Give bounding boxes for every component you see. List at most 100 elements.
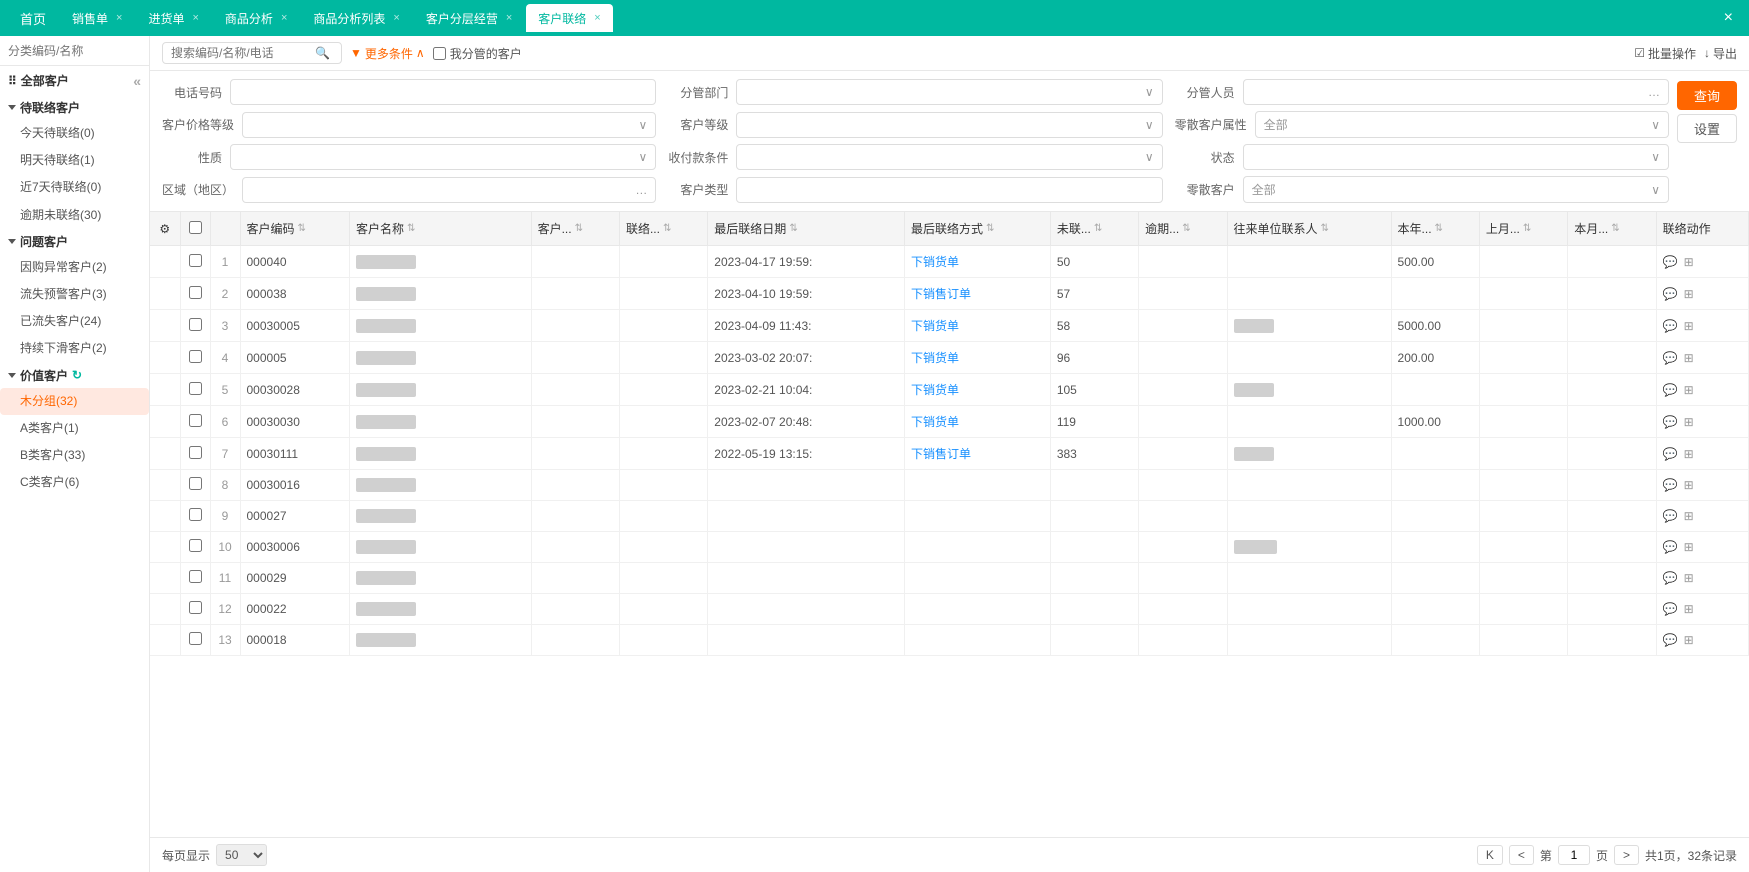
- next-page-button[interactable]: >: [1614, 845, 1639, 865]
- grid-action-icon[interactable]: ⊞: [1684, 571, 1694, 585]
- cell-checkbox[interactable]: [180, 342, 210, 374]
- cell-checkbox[interactable]: [180, 310, 210, 342]
- chat-icon[interactable]: 💬: [1663, 255, 1678, 269]
- col-last-contact-way[interactable]: 最后联络方式⇅: [904, 212, 1050, 246]
- cell-checkbox[interactable]: [180, 594, 210, 625]
- nav-tab-sales[interactable]: 销售单 ×: [60, 4, 134, 32]
- grid-action-icon[interactable]: ⊞: [1684, 383, 1694, 397]
- nav-tab-customer-contact[interactable]: 客户联络 ×: [526, 4, 612, 32]
- grid-action-icon[interactable]: ⊞: [1684, 478, 1694, 492]
- sidebar-group-pending[interactable]: 待联络客户: [0, 95, 149, 120]
- nav-tab-analysis[interactable]: 商品分析 ×: [213, 4, 299, 32]
- col-customer-type[interactable]: 客户...⇅: [531, 212, 619, 246]
- per-page-select[interactable]: 50 100 200: [216, 844, 267, 866]
- more-conditions-button[interactable]: ▼ 更多条件 ∧: [350, 45, 425, 62]
- nav-home[interactable]: 首页: [8, 9, 58, 28]
- query-button[interactable]: 查询: [1677, 81, 1737, 110]
- filter-customer-level-select[interactable]: ∨: [736, 112, 1162, 138]
- nav-tab-analysis-list-close[interactable]: ×: [393, 12, 399, 24]
- chat-icon[interactable]: 💬: [1663, 287, 1678, 301]
- chat-icon[interactable]: 💬: [1663, 415, 1678, 429]
- filter-person-dots[interactable]: …: [1243, 79, 1669, 105]
- sidebar-item-ungroup[interactable]: 木分组(32): [0, 388, 149, 415]
- cell-checkbox[interactable]: [180, 278, 210, 310]
- col-last-contact-date[interactable]: 最后联络日期⇅: [708, 212, 905, 246]
- grid-action-icon[interactable]: ⊞: [1684, 509, 1694, 523]
- row-checkbox[interactable]: [189, 508, 202, 521]
- sidebar-group-value[interactable]: 价值客户 ↻: [0, 363, 149, 388]
- col-this-year[interactable]: 本年...⇅: [1391, 212, 1479, 246]
- col-this-month[interactable]: 本月...⇅: [1568, 212, 1656, 246]
- nav-tab-customer-tier[interactable]: 客户分层经营 ×: [414, 4, 524, 32]
- chat-icon[interactable]: 💬: [1663, 383, 1678, 397]
- grid-action-icon[interactable]: ⊞: [1684, 602, 1694, 616]
- sidebar-item-churn-warning[interactable]: 流失预警客户(3): [0, 281, 149, 308]
- sidebar-item-churned[interactable]: 已流失客户(24): [0, 308, 149, 335]
- nav-close-all-button[interactable]: ×: [1716, 9, 1741, 27]
- sidebar-item-b-class[interactable]: B类客户(33): [0, 442, 149, 469]
- col-last-month[interactable]: 上月...⇅: [1479, 212, 1567, 246]
- contact-way-link[interactable]: 下销货单: [911, 351, 959, 365]
- cell-checkbox[interactable]: [180, 470, 210, 501]
- contact-way-link[interactable]: 下销货单: [911, 383, 959, 397]
- chat-icon[interactable]: 💬: [1663, 602, 1678, 616]
- grid-action-icon[interactable]: ⊞: [1684, 255, 1694, 269]
- filter-retail-customer-select[interactable]: 全部∨: [1243, 176, 1669, 203]
- chat-icon[interactable]: 💬: [1663, 319, 1678, 333]
- col-customer-name[interactable]: 客户名称⇅: [350, 212, 532, 246]
- filter-nature-select[interactable]: ∨: [230, 144, 656, 170]
- cell-checkbox[interactable]: [180, 438, 210, 470]
- contact-way-link[interactable]: 下销售订单: [911, 287, 971, 301]
- chat-icon[interactable]: 💬: [1663, 351, 1678, 365]
- my-customers-checkbox-input[interactable]: [433, 47, 446, 60]
- sidebar-item-tomorrow[interactable]: 明天待联络(1): [0, 147, 149, 174]
- row-checkbox[interactable]: [189, 318, 202, 331]
- sidebar-item-a-class[interactable]: A类客户(1): [0, 415, 149, 442]
- nav-tab-purchase[interactable]: 进货单 ×: [136, 4, 210, 32]
- page-input[interactable]: [1558, 845, 1590, 865]
- row-checkbox[interactable]: [189, 570, 202, 583]
- sidebar-item-overdue[interactable]: 逾期未联络(30): [0, 202, 149, 229]
- cell-checkbox[interactable]: [180, 501, 210, 532]
- filter-status-select[interactable]: ∨: [1243, 144, 1669, 170]
- select-all-checkbox[interactable]: [189, 221, 202, 234]
- chat-icon[interactable]: 💬: [1663, 509, 1678, 523]
- cell-checkbox[interactable]: [180, 246, 210, 278]
- sidebar-item-abnormal[interactable]: 因购异常客户(2): [0, 254, 149, 281]
- sidebar-collapse-icon[interactable]: «: [133, 73, 141, 89]
- my-customers-checkbox[interactable]: 我分管的客户: [433, 45, 522, 62]
- filter-dept-select[interactable]: ∨: [736, 79, 1162, 105]
- grid-action-icon[interactable]: ⊞: [1684, 287, 1694, 301]
- sidebar-group-problem[interactable]: 问题客户: [0, 229, 149, 254]
- grid-action-icon[interactable]: ⊞: [1684, 319, 1694, 333]
- col-checkbox-header[interactable]: [180, 212, 210, 246]
- row-checkbox[interactable]: [189, 477, 202, 490]
- nav-tab-purchase-close[interactable]: ×: [192, 12, 198, 24]
- sidebar-item-declining[interactable]: 持续下滑客户(2): [0, 335, 149, 362]
- contact-way-link[interactable]: 下销售订单: [911, 447, 971, 461]
- chat-icon[interactable]: 💬: [1663, 540, 1678, 554]
- grid-action-icon[interactable]: ⊞: [1684, 540, 1694, 554]
- filter-region-dots[interactable]: …: [242, 177, 656, 203]
- grid-action-icon[interactable]: ⊞: [1684, 351, 1694, 365]
- chat-icon[interactable]: 💬: [1663, 478, 1678, 492]
- chat-icon[interactable]: 💬: [1663, 571, 1678, 585]
- row-checkbox[interactable]: [189, 601, 202, 614]
- row-checkbox[interactable]: [189, 382, 202, 395]
- sidebar-item-c-class[interactable]: C类客户(6): [0, 469, 149, 496]
- cell-checkbox[interactable]: [180, 374, 210, 406]
- nav-tab-analysis-list[interactable]: 商品分析列表 ×: [301, 4, 411, 32]
- col-contact[interactable]: 联络...⇅: [619, 212, 707, 246]
- nav-tab-customer-contact-close[interactable]: ×: [594, 12, 600, 24]
- col-overdue[interactable]: 逾期...⇅: [1139, 212, 1227, 246]
- sidebar-item-7days[interactable]: 近7天待联络(0): [0, 174, 149, 201]
- refresh-icon[interactable]: ↻: [72, 368, 82, 382]
- contact-way-link[interactable]: 下销货单: [911, 319, 959, 333]
- chat-icon[interactable]: 💬: [1663, 633, 1678, 647]
- toolbar-search-input[interactable]: [171, 46, 311, 60]
- batch-operation-button[interactable]: ☑ 批量操作: [1634, 45, 1696, 62]
- toolbar-search-icon[interactable]: 🔍: [315, 46, 330, 60]
- filter-phone-input[interactable]: [230, 79, 656, 105]
- first-page-button[interactable]: K: [1477, 845, 1503, 865]
- col-setting[interactable]: ⚙: [150, 212, 180, 246]
